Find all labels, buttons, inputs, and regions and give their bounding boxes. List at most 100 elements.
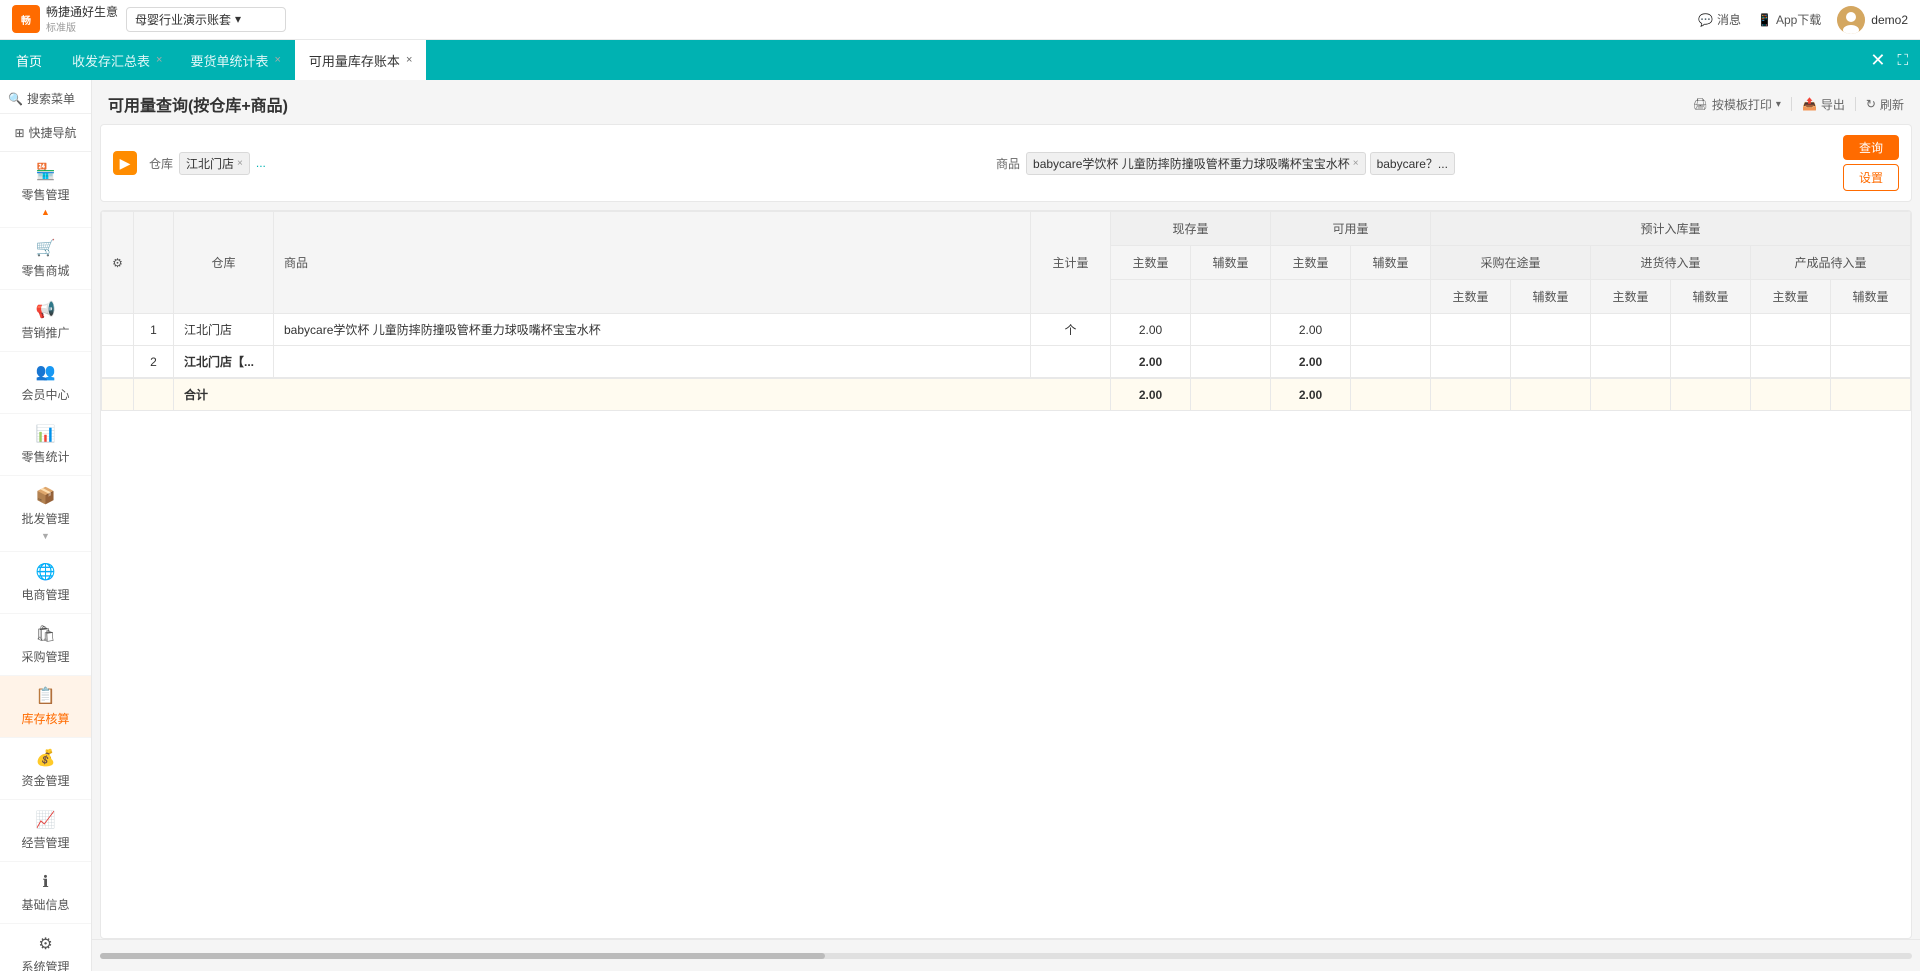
tab-available-inventory[interactable]: 可用量库存账本 [295, 40, 426, 80]
close-tab-receive-icon[interactable] [156, 54, 162, 66]
warehouse-filter-tags: 江北门店 × [179, 152, 250, 175]
ecommerce-icon: 🌐 [36, 562, 56, 582]
message-btn[interactable]: 💬 消息 [1698, 11, 1741, 28]
td-footer-existing-aux [1191, 378, 1271, 411]
th-main-unit: 主计量 [1031, 212, 1111, 314]
td-settings-2 [102, 346, 134, 379]
top-bar: 畅 畅捷通好生意 标准版 母婴行业演示账套 💬 消息 📱 App下载 demo2 [0, 0, 1920, 40]
td-prod-main-2 [1751, 346, 1831, 379]
message-icon: 💬 [1698, 13, 1713, 27]
app-icon: 📱 [1757, 13, 1772, 27]
td-pur-aux-2 [1511, 346, 1591, 379]
org-selector[interactable]: 母婴行业演示账套 [126, 7, 286, 32]
th-inbound-pending: 进货待入量 [1591, 246, 1751, 280]
tab-bar-right: ✕ ⛶ [1866, 46, 1920, 75]
warehouse-tag-close-icon[interactable]: × [237, 158, 243, 169]
th-pur-main: 主数量 [1431, 280, 1511, 314]
content-area: 可用量查询(按仓库+商品) 🖨 按模板打印 ▾ 📤 导出 ↻ 刷新 [92, 80, 1920, 971]
divider [1791, 97, 1792, 111]
td-pur-main-2 [1431, 346, 1511, 379]
sidebar-item-finance[interactable]: 💰 资金管理 [0, 738, 91, 800]
close-window-icon[interactable]: ✕ [1866, 46, 1889, 75]
filter-product-group: 商品 babycare学饮杯 儿童防摔防撞吸管杯重力球吸嘴杯宝宝水杯 × bab… [996, 152, 1831, 175]
th-purchase-on-way: 采购在途量 [1431, 246, 1591, 280]
fullscreen-icon[interactable]: ⛶ [1893, 48, 1912, 73]
chevron-down-icon [235, 12, 241, 26]
sidebar-item-wholesale-mgmt[interactable]: 📦 批发管理 ▼ [0, 476, 91, 552]
retail-shop-icon: 🛒 [36, 238, 56, 258]
settings-button[interactable]: 设置 [1843, 164, 1899, 191]
app-download-btn[interactable]: 📱 App下载 [1757, 11, 1821, 28]
th-prod-main: 主数量 [1751, 280, 1831, 314]
table-footer-scroll [92, 939, 1920, 971]
user-avatar-btn[interactable]: demo2 [1837, 6, 1908, 34]
query-button[interactable]: 查询 [1843, 135, 1899, 160]
sidebar-item-marketing[interactable]: 📢 营销推广 [0, 290, 91, 352]
tab-home[interactable]: 首页 [0, 40, 58, 80]
th-existing-stock: 现存量 [1111, 212, 1271, 246]
wholesale-icon: 📦 [36, 486, 56, 506]
top-bar-right: 💬 消息 📱 App下载 demo2 [1698, 6, 1908, 34]
td-footer-inb-aux [1671, 378, 1751, 411]
td-product-2 [274, 346, 1031, 379]
scroll-track[interactable] [100, 953, 1912, 959]
td-product-1: babycare学饮杯 儿童防摔防撞吸管杯重力球吸嘴杯宝宝水杯 [274, 314, 1031, 346]
member-center-icon: 👥 [36, 362, 56, 382]
warehouse-tag[interactable]: 江北门店 × [179, 152, 250, 175]
th-inb-main: 主数量 [1591, 280, 1671, 314]
filter-toggle-btn[interactable]: ▶ [113, 151, 137, 175]
sidebar-item-basic-info[interactable]: ℹ 基础信息 [0, 862, 91, 924]
scroll-thumb[interactable] [100, 953, 825, 959]
inventory-table: ⚙ 仓库 商品 主计量 现存量 可用量 预计入库量 主数量 辅数量 主数量 [101, 211, 1911, 411]
sidebar-item-member-center[interactable]: 👥 会员中心 [0, 352, 91, 414]
th-settings[interactable]: ⚙ [102, 212, 134, 314]
td-footer-pur-main [1431, 378, 1511, 411]
th-ex-aux-qty [1191, 280, 1271, 314]
td-footer-label: 合计 [174, 378, 1111, 411]
tab-order-stats[interactable]: 要货单统计表 [176, 40, 294, 80]
search-icon: 🔍 [8, 92, 23, 106]
th-product: 商品 [274, 212, 1031, 314]
table-row: 2 江北门店【... 2.00 2.00 [102, 346, 1911, 379]
td-footer-no [134, 378, 174, 411]
td-prod-aux-1 [1831, 314, 1911, 346]
product-tag-2[interactable]: babycare？... [1370, 152, 1455, 175]
inventory-icon: 📋 [36, 686, 56, 706]
sidebar-item-ops[interactable]: 📈 经营管理 [0, 800, 91, 862]
td-footer-settings [102, 378, 134, 411]
sidebar: 🔍 搜索菜单 ⊞ 快捷导航 🏪 零售管理 ▲ 🛒 零售商城 📢 营销推广 👥 会… [0, 80, 92, 971]
org-name: 母婴行业演示账套 [135, 11, 231, 28]
product-tag1-close-icon[interactable]: × [1353, 158, 1359, 169]
sidebar-item-ecommerce[interactable]: 🌐 电商管理 [0, 552, 91, 614]
close-tab-order-icon[interactable] [274, 54, 280, 66]
refresh-btn[interactable]: ↻ 刷新 [1866, 96, 1904, 113]
th-products-pending: 产成品待入量 [1751, 246, 1911, 280]
export-btn[interactable]: 📤 导出 [1802, 96, 1845, 113]
close-tab-inventory-icon[interactable] [406, 54, 412, 66]
sidebar-search[interactable]: 🔍 搜索菜单 [0, 80, 91, 114]
td-unit-1: 个 [1031, 314, 1111, 346]
sidebar-item-system-mgmt[interactable]: ⚙ 系统管理 [0, 924, 91, 971]
product-tag-1[interactable]: babycare学饮杯 儿童防摔防撞吸管杯重力球吸嘴杯宝宝水杯 × [1026, 152, 1366, 175]
td-warehouse-1: 江北门店 [174, 314, 274, 346]
td-footer-pur-aux [1511, 378, 1591, 411]
username-label: demo2 [1871, 13, 1908, 27]
tab-receive-summary[interactable]: 收发存汇总表 [58, 40, 176, 80]
td-footer-prod-aux [1831, 378, 1911, 411]
td-available-main-2: 2.00 [1271, 346, 1351, 379]
refresh-icon: ↻ [1866, 97, 1876, 111]
product-filter-tags: babycare学饮杯 儿童防摔防撞吸管杯重力球吸嘴杯宝宝水杯 × babyca… [1026, 152, 1455, 175]
sidebar-item-inventory[interactable]: 📋 库存核算 [0, 676, 91, 738]
sidebar-item-retail-stats[interactable]: 📊 零售统计 [0, 414, 91, 476]
filter-action-btns: 查询 设置 [1843, 135, 1899, 191]
sidebar-nav[interactable]: ⊞ 快捷导航 [0, 114, 91, 152]
warehouse-more-btn[interactable]: ... [256, 156, 266, 170]
tab-bar: 首页 收发存汇总表 要货单统计表 可用量库存账本 ✕ ⛶ [0, 40, 1920, 80]
td-pur-aux-1 [1511, 314, 1591, 346]
sidebar-item-retail-mgmt[interactable]: 🏪 零售管理 ▲ [0, 152, 91, 228]
table-area: ⚙ 仓库 商品 主计量 现存量 可用量 预计入库量 主数量 辅数量 主数量 [100, 210, 1912, 939]
sidebar-item-retail-shop[interactable]: 🛒 零售商城 [0, 228, 91, 290]
page-header: 可用量查询(按仓库+商品) 🖨 按模板打印 ▾ 📤 导出 ↻ 刷新 [92, 80, 1920, 124]
template-print-btn[interactable]: 🖨 按模板打印 ▾ [1693, 96, 1781, 113]
sidebar-item-purchase[interactable]: 🛍 采购管理 [0, 614, 91, 676]
